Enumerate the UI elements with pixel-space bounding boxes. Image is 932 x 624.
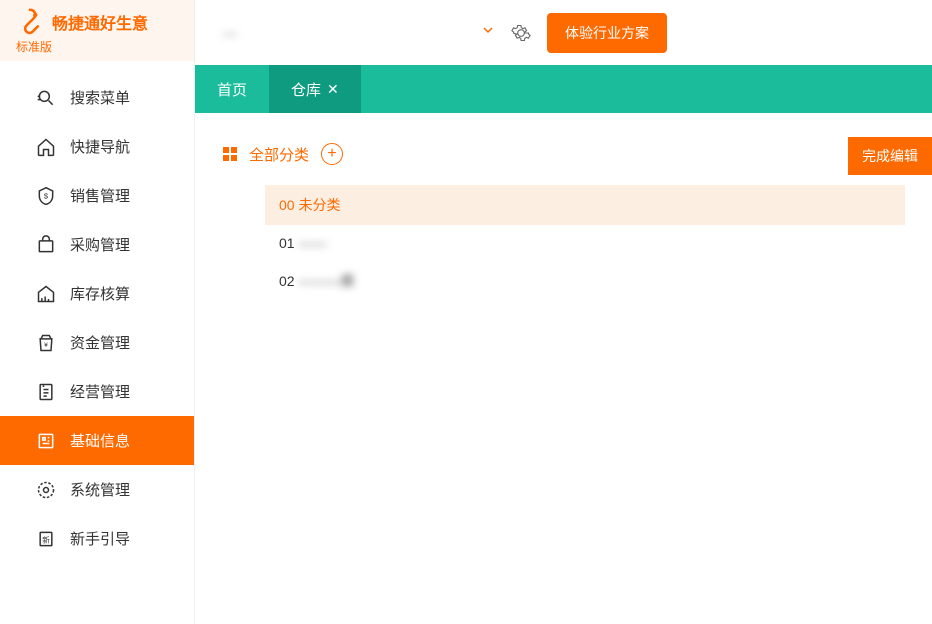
nav-item-purchase[interactable]: 采购管理 bbox=[0, 220, 194, 269]
category-item[interactable]: 00 未分类 bbox=[265, 185, 905, 225]
nav-item-label: 新手引导 bbox=[70, 528, 130, 549]
nav-item-label: 库存核算 bbox=[70, 283, 130, 304]
nav-item-label: 快捷导航 bbox=[70, 136, 130, 157]
nav-item-basic[interactable]: 基础信息 bbox=[0, 416, 194, 465]
svg-text:$: $ bbox=[44, 191, 49, 200]
nav-item-search[interactable]: 搜索菜单 bbox=[0, 73, 194, 122]
nav-item-label: 搜索菜单 bbox=[70, 87, 130, 108]
manage-icon bbox=[36, 382, 56, 402]
guide-icon: 新 bbox=[36, 529, 56, 549]
nav-item-system[interactable]: 系统管理 bbox=[0, 465, 194, 514]
grid-icon bbox=[223, 147, 237, 161]
category-list: 00 未分类01 ——02 ———库 bbox=[265, 185, 905, 301]
nav-item-label: 销售管理 bbox=[70, 185, 130, 206]
funds-icon: ¥ bbox=[36, 333, 56, 353]
tab-0[interactable]: 首页 bbox=[195, 65, 269, 113]
tabbar: 首页 仓库 ✕ bbox=[195, 65, 932, 113]
svg-text:¥: ¥ bbox=[44, 342, 48, 349]
nav-item-label: 基础信息 bbox=[70, 430, 130, 451]
nav-item-inventory[interactable]: 库存核算 bbox=[0, 269, 194, 318]
nav-item-manage[interactable]: 经营管理 bbox=[0, 367, 194, 416]
close-icon[interactable]: ✕ bbox=[327, 81, 339, 98]
category-code: 02 bbox=[279, 273, 295, 289]
category-code: 01 bbox=[279, 235, 295, 251]
nav-item-label: 采购管理 bbox=[70, 234, 130, 255]
gear-icon[interactable] bbox=[511, 23, 531, 43]
nav-item-label: 系统管理 bbox=[70, 479, 130, 500]
category-code: 00 bbox=[279, 197, 295, 213]
main: — 体验行业方案 首页仓库✕ 完成编辑 全部分类 + 00 未分类01 ——02… bbox=[195, 0, 932, 624]
category-name: 未分类 bbox=[298, 197, 340, 213]
tab-1[interactable]: 仓库 ✕ bbox=[269, 65, 361, 113]
home-icon bbox=[36, 137, 56, 157]
nav-item-sales[interactable]: $ 销售管理 bbox=[0, 171, 194, 220]
category-name: —— bbox=[298, 235, 326, 251]
category-header-label: 全部分类 bbox=[249, 144, 309, 165]
brand-name: 畅捷通好生意 bbox=[52, 10, 148, 34]
brand-version: 标准版 bbox=[16, 38, 178, 55]
nav-item-guide[interactable]: 新 新手引导 bbox=[0, 514, 194, 563]
company-name: — bbox=[223, 25, 237, 41]
category-name: ———库 bbox=[298, 273, 354, 289]
purchase-icon bbox=[36, 235, 56, 255]
svg-text:新: 新 bbox=[42, 534, 50, 544]
category-item[interactable]: 01 —— bbox=[265, 225, 905, 261]
sales-icon: $ bbox=[36, 186, 56, 206]
topbar: — 体验行业方案 bbox=[195, 0, 932, 65]
sidebar: 畅捷通好生意 标准版 搜索菜单快捷导航 $ 销售管理采购管理库存核算 ¥ 资金管理经营管… bbox=[0, 0, 195, 624]
system-icon bbox=[36, 480, 56, 500]
tab-label: 仓库 bbox=[291, 79, 321, 100]
tab-label: 首页 bbox=[217, 79, 247, 100]
brand-logo-icon bbox=[16, 8, 44, 36]
nav-list: 搜索菜单快捷导航$销售管理采购管理库存核算¥资金管理经营管理基础信息系统管理新新… bbox=[0, 61, 194, 624]
company-selector[interactable]: — bbox=[215, 21, 245, 45]
content-area: 完成编辑 全部分类 + 00 未分类01 ——02 ———库 bbox=[195, 113, 932, 624]
search-icon bbox=[36, 88, 56, 108]
chevron-down-icon[interactable] bbox=[481, 23, 495, 42]
brand-area: 畅捷通好生意 标准版 bbox=[0, 0, 194, 61]
category-item[interactable]: 02 ———库 bbox=[265, 261, 905, 301]
finish-edit-button[interactable]: 完成编辑 bbox=[848, 137, 932, 175]
nav-item-funds[interactable]: ¥ 资金管理 bbox=[0, 318, 194, 367]
nav-item-home[interactable]: 快捷导航 bbox=[0, 122, 194, 171]
nav-item-label: 经营管理 bbox=[70, 381, 130, 402]
add-category-button[interactable]: + bbox=[321, 143, 343, 165]
basic-icon bbox=[36, 431, 56, 451]
cta-button[interactable]: 体验行业方案 bbox=[547, 13, 667, 53]
nav-item-label: 资金管理 bbox=[70, 332, 130, 353]
inventory-icon bbox=[36, 284, 56, 304]
category-header: 全部分类 + bbox=[223, 143, 912, 165]
